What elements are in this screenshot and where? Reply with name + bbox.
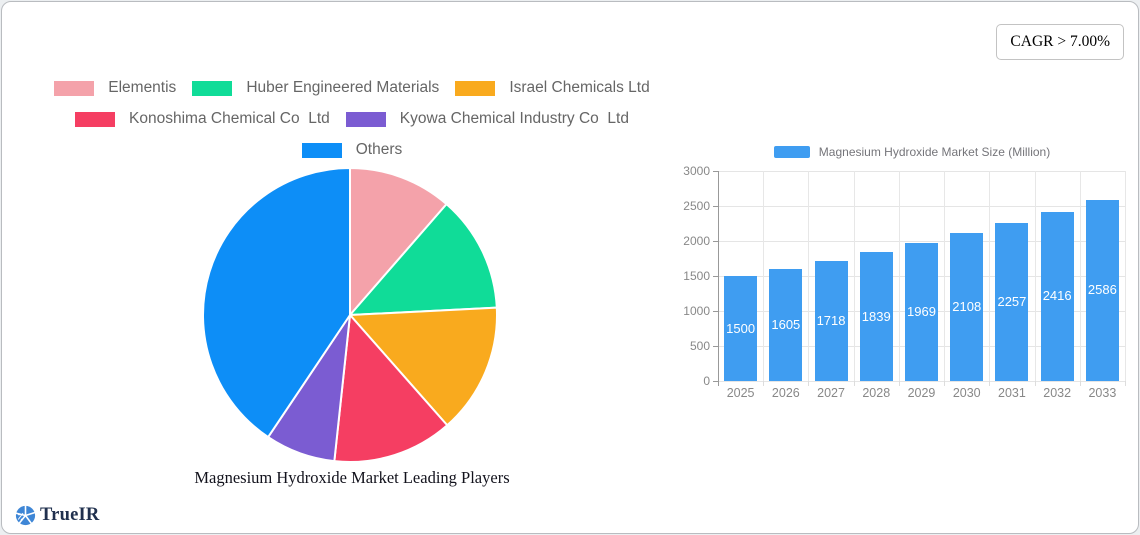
legend-label: Kyowa Chemical Industry Co Ltd <box>399 110 629 127</box>
x-axis-label: 2031 <box>998 386 1026 400</box>
bar-2028[interactable] <box>859 252 893 381</box>
y-axis-label: 500 <box>689 339 710 353</box>
bar-chart: 0 500 1000 1500 2000 2500 3000 1500 2025 1605 2026… <box>683 164 1126 400</box>
y-axis-label: 2500 <box>683 199 710 213</box>
pie-legend-item[interactable]: Elementis <box>54 79 176 97</box>
vgrid-line <box>1034 171 1036 381</box>
vgrid-line <box>808 171 810 381</box>
pie-legend-item[interactable]: Israel Chemicals Ltd <box>455 79 650 97</box>
hgrid-line <box>718 381 1125 382</box>
trueir-logo-text: TrueIR <box>40 505 100 525</box>
hgrid-line <box>718 171 1125 172</box>
vgrid-line <box>989 171 991 381</box>
pie-legend-item[interactable]: Others <box>301 141 403 159</box>
bar-2026[interactable] <box>769 268 803 381</box>
pie-chart <box>202 167 498 463</box>
legend-swatch <box>75 111 116 127</box>
legend-swatch <box>455 80 496 96</box>
x-axis-label: 2029 <box>907 386 936 400</box>
bar-2033[interactable] <box>1085 199 1119 381</box>
pie-legend-row: Elementis Huber Engineered Materials Israe… <box>2 79 702 97</box>
hgrid-line <box>718 206 1125 207</box>
pie-legend-item[interactable]: Kyowa Chemical Industry Co Ltd <box>345 110 629 128</box>
y-axis-label: 0 <box>703 374 710 388</box>
legend-label: Israel Chemicals Ltd <box>509 79 650 96</box>
x-axis-label: 2026 <box>771 386 800 400</box>
legend-label: Elementis <box>108 79 177 96</box>
bar-2029[interactable] <box>905 243 938 381</box>
x-axis-label: 2027 <box>817 386 845 400</box>
pie-legend: Elementis Huber Engineered Materials Israe… <box>2 79 702 159</box>
legend-swatch <box>192 80 233 96</box>
chart-card: CAGR > 7.00% Elementis Huber Engineered M… <box>1 1 1139 534</box>
legend-label: Konoshima Chemical Co Ltd <box>129 110 330 127</box>
vgrid-line <box>853 171 855 381</box>
cagr-badge: CAGR > 7.00% <box>996 24 1124 60</box>
trueir-logo-icon <box>15 505 36 526</box>
vgrid-line <box>898 171 900 381</box>
legend-swatch <box>301 142 342 158</box>
bar-2030[interactable] <box>950 233 984 381</box>
vgrid-line <box>1079 171 1081 381</box>
x-axis-tick <box>1125 381 1126 386</box>
bar-legend-label: Magnesium Hydroxide Market Size (Million… <box>818 145 1051 159</box>
pie-legend-row: Others <box>2 141 702 159</box>
bar-2031[interactable] <box>995 223 1029 381</box>
bar-2025[interactable] <box>724 276 758 381</box>
legend-label: Others <box>355 141 403 158</box>
pie-legend-item[interactable]: Konoshima Chemical Co Ltd <box>75 110 330 128</box>
x-axis-label: 2028 <box>862 386 891 400</box>
x-axis-label: 2025 <box>726 386 755 400</box>
y-axis-label: 3000 <box>683 164 710 178</box>
bar-2032[interactable] <box>1040 211 1074 381</box>
vgrid-line <box>944 171 946 381</box>
vgrid-line <box>1125 171 1126 381</box>
pie-legend-item[interactable]: Huber Engineered Materials <box>192 79 439 97</box>
legend-swatch <box>345 111 386 127</box>
y-axis-line <box>718 171 719 386</box>
pie-legend-row: Konoshima Chemical Co Ltd Kyowa Chemical … <box>2 110 702 128</box>
pie-title: Magnesium Hydroxide Market Leading Playe… <box>194 468 510 487</box>
legend-swatch <box>54 80 95 96</box>
vgrid-line <box>763 171 765 381</box>
bar-chart-legend[interactable]: Magnesium Hydroxide Market Size (Million… <box>702 145 1122 159</box>
x-axis-label: 2030 <box>952 386 981 400</box>
legend-label: Huber Engineered Materials <box>246 79 440 96</box>
bar-2027[interactable] <box>814 260 848 381</box>
y-axis-label: 1500 <box>683 269 710 283</box>
trueir-logo: TrueIR <box>15 505 99 526</box>
x-axis-label: 2033 <box>1088 386 1117 400</box>
bar-legend-swatch <box>773 146 810 158</box>
y-axis-label: 1000 <box>683 304 710 318</box>
x-axis-label: 2032 <box>1043 386 1072 400</box>
y-axis-label: 2000 <box>683 234 710 248</box>
